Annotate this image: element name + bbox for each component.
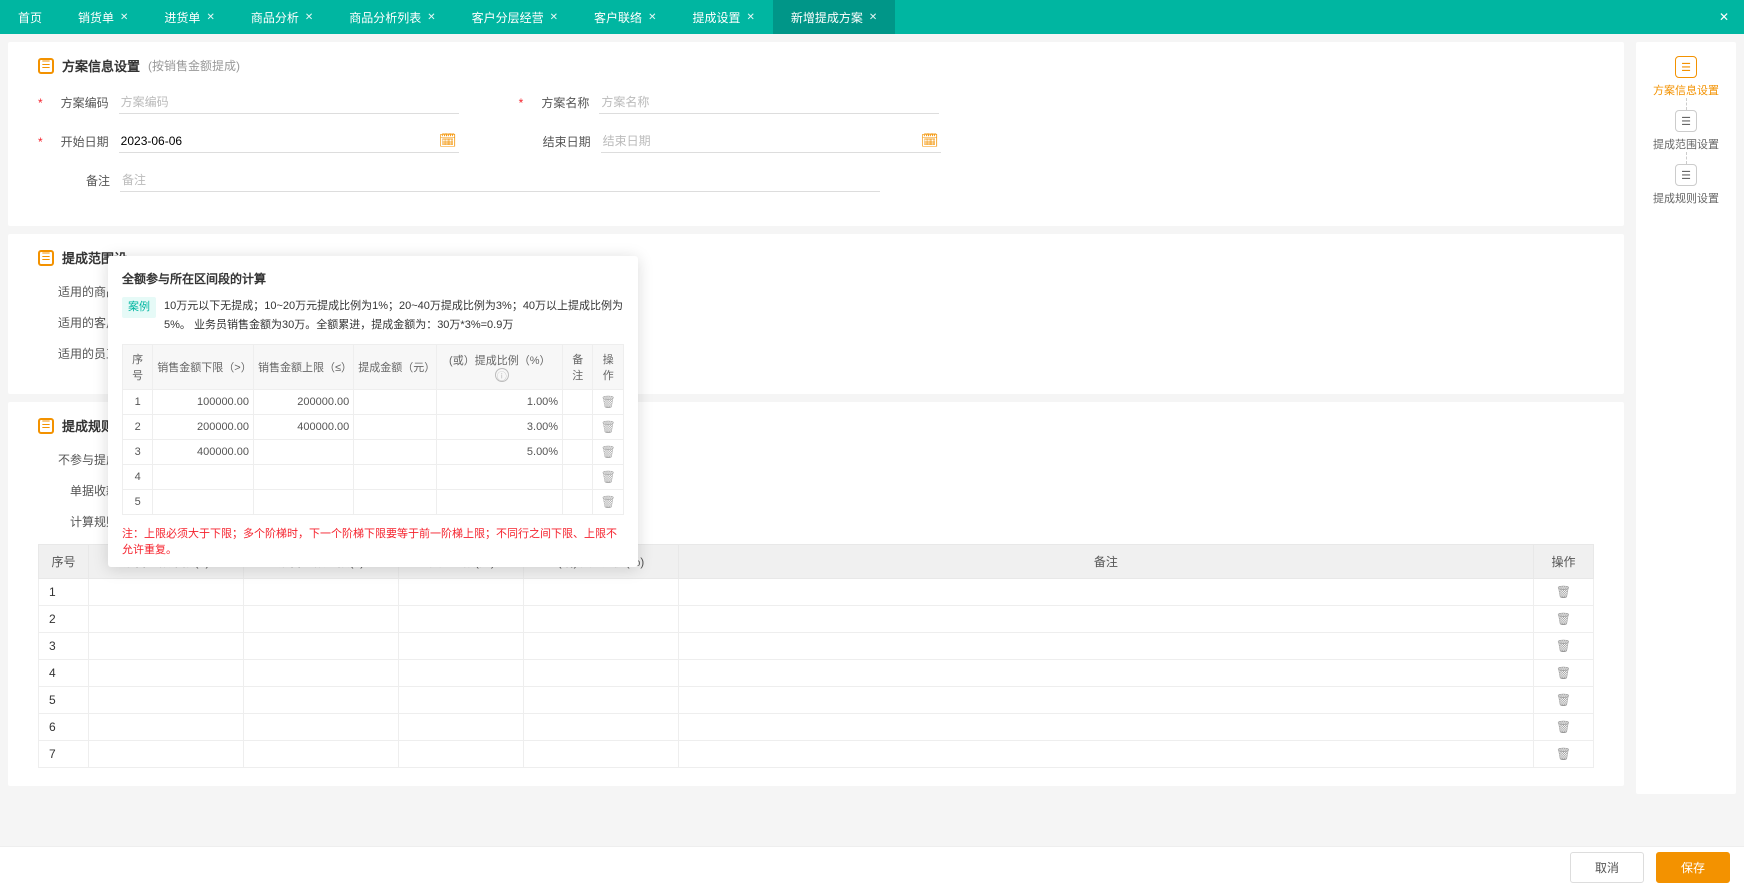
delete-icon[interactable]: 🗑 <box>601 470 616 484</box>
table-row: 4🗑 <box>123 465 624 490</box>
input-plan-code[interactable] <box>119 91 459 114</box>
col-header: 序号 <box>39 545 89 579</box>
popover-title: 全额参与所在区间段的计算 <box>122 270 624 287</box>
tab-客户联络[interactable]: 客户联络✕ <box>576 0 674 34</box>
delete-icon[interactable]: 🗑 <box>1556 612 1571 626</box>
section-title: 方案信息设置 <box>62 56 140 75</box>
tab-close-icon[interactable]: ✕ <box>746 12 754 23</box>
section-icon: ☰ <box>38 418 54 434</box>
table-row[interactable]: 6🗑 <box>39 714 1594 741</box>
delete-icon[interactable]: 🗑 <box>601 445 616 459</box>
tab-close-icon[interactable]: ✕ <box>206 12 214 23</box>
col-header: 备注 <box>678 545 1533 579</box>
label-plan-code: 方案编码 <box>47 94 109 111</box>
scope-label: 适用的员工 <box>38 345 118 362</box>
step-icon: ☰ <box>1675 110 1697 132</box>
required-mark: * <box>38 135 43 149</box>
top-tab-bar: 首页销货单✕进货单✕商品分析✕商品分析列表✕客户分层经营✕客户联络✕提成设置✕新… <box>0 0 1744 34</box>
tab-close-icon[interactable]: ✕ <box>550 12 558 23</box>
delete-icon[interactable]: 🗑 <box>1556 666 1571 680</box>
example-popover: 全额参与所在区间段的计算 案例 10万元以下无提成；10~20万元提成比例为1%… <box>108 256 638 567</box>
calendar-icon[interactable]: 🗓 <box>439 132 457 149</box>
tab-提成设置[interactable]: 提成设置✕ <box>674 0 772 34</box>
input-start-date[interactable] <box>119 130 459 153</box>
step-icon: ☰ <box>1675 56 1697 78</box>
tab-客户分层经营[interactable]: 客户分层经营✕ <box>454 0 576 34</box>
section-icon: ☰ <box>38 58 54 74</box>
close-all-icon[interactable]: ✕ <box>1704 0 1744 34</box>
table-row[interactable]: 4🗑 <box>39 660 1594 687</box>
tab-进货单[interactable]: 进货单✕ <box>146 0 232 34</box>
scope-label: 适用的客户 <box>38 314 118 331</box>
rule-table: 序号销售金额下限(>)销售金额上限(≤)提成金额(元)(或)提成比例(%)备注操… <box>38 544 1594 768</box>
example-table: 序号销售金额下限（>）销售金额上限（≤）提成金额（元）(或）提成比例（%） ⓘ备… <box>122 344 624 515</box>
step-icon: ☰ <box>1675 164 1697 186</box>
table-row: 2200000.00400000.003.00%🗑 <box>123 415 624 440</box>
section-icon: ☰ <box>38 250 54 266</box>
col-header: 销售金额上限（≤） <box>253 345 353 390</box>
rule-label: 不参与提成 <box>38 451 118 468</box>
table-row: 1100000.00200000.001.00%🗑 <box>123 390 624 415</box>
tab-商品分析[interactable]: 商品分析✕ <box>233 0 331 34</box>
scope-label: 适用的商品 <box>38 283 118 300</box>
table-row[interactable]: 3🗑 <box>39 633 1594 660</box>
tab-新增提成方案[interactable]: 新增提成方案✕ <box>773 0 895 34</box>
col-header: 提成金额（元） <box>354 345 437 390</box>
label-calc-rule: 计算规则 <box>38 513 118 530</box>
side-step[interactable]: ☰方案信息设置 <box>1653 56 1719 98</box>
col-header: 操作 <box>593 345 624 390</box>
tab-首页[interactable]: 首页 <box>0 0 60 34</box>
input-end-date[interactable] <box>601 130 941 153</box>
delete-icon[interactable]: 🗑 <box>601 420 616 434</box>
input-remark[interactable] <box>120 169 880 192</box>
tab-商品分析列表[interactable]: 商品分析列表✕ <box>331 0 453 34</box>
col-header: 操作 <box>1534 545 1594 579</box>
table-row[interactable]: 7🗑 <box>39 741 1594 768</box>
label-start-date: 开始日期 <box>47 133 109 150</box>
label-plan-name: 方案名称 <box>527 94 589 111</box>
col-header: 销售金额下限（>） <box>153 345 254 390</box>
delete-icon[interactable]: 🗑 <box>1556 639 1571 653</box>
tab-close-icon[interactable]: ✕ <box>648 12 656 23</box>
required-mark: * <box>38 96 43 110</box>
delete-icon[interactable]: 🗑 <box>1556 747 1571 761</box>
delete-icon[interactable]: 🗑 <box>1556 693 1571 707</box>
label-remark: 备注 <box>48 172 110 189</box>
example-tag: 案例 <box>122 297 156 318</box>
footer-bar: 取消 保存 <box>0 846 1744 888</box>
table-row[interactable]: 5🗑 <box>39 687 1594 714</box>
save-button[interactable]: 保存 <box>1656 852 1730 883</box>
side-step-nav: ☰方案信息设置 ☰提成范围设置 ☰提成规则设置 <box>1636 42 1736 794</box>
col-header: 备注 <box>563 345 593 390</box>
delete-icon[interactable]: 🗑 <box>601 495 616 509</box>
rule-label: 单据收款 <box>38 482 118 499</box>
help-icon[interactable]: ⓘ <box>495 368 509 382</box>
col-header: (或）提成比例（%） ⓘ <box>437 345 563 390</box>
panel-plan-info: ☰ 方案信息设置 (按销售金额提成) * 方案编码 * 方案名称 * <box>8 42 1624 226</box>
cancel-button[interactable]: 取消 <box>1570 852 1644 883</box>
table-row[interactable]: 2🗑 <box>39 606 1594 633</box>
tab-销货单[interactable]: 销货单✕ <box>60 0 146 34</box>
example-text: 10万元以下无提成；10~20万元提成比例为1%；20~40万提成比例为3%；4… <box>164 297 624 334</box>
table-row: 5🗑 <box>123 490 624 515</box>
table-row[interactable]: 1🗑 <box>39 579 1594 606</box>
table-row: 3400000.005.00%🗑 <box>123 440 624 465</box>
tab-close-icon[interactable]: ✕ <box>869 12 877 23</box>
popover-note: 注：上限必须大于下限；多个阶梯时，下一个阶梯下限要等于前一阶梯上限；不同行之间下… <box>122 525 624 557</box>
side-step[interactable]: ☰提成范围设置 <box>1653 110 1719 152</box>
delete-icon[interactable]: 🗑 <box>1556 585 1571 599</box>
delete-icon[interactable]: 🗑 <box>1556 720 1571 734</box>
required-mark: * <box>519 96 524 110</box>
tab-close-icon[interactable]: ✕ <box>305 12 313 23</box>
tab-close-icon[interactable]: ✕ <box>120 12 128 23</box>
delete-icon[interactable]: 🗑 <box>601 395 616 409</box>
calendar-icon[interactable]: 🗓 <box>921 132 939 149</box>
label-end-date: 结束日期 <box>529 133 591 150</box>
tab-close-icon[interactable]: ✕ <box>427 12 435 23</box>
side-step[interactable]: ☰提成规则设置 <box>1653 164 1719 206</box>
input-plan-name[interactable] <box>599 91 939 114</box>
section-subtitle: (按销售金额提成) <box>148 57 240 74</box>
col-header: 序号 <box>123 345 153 390</box>
